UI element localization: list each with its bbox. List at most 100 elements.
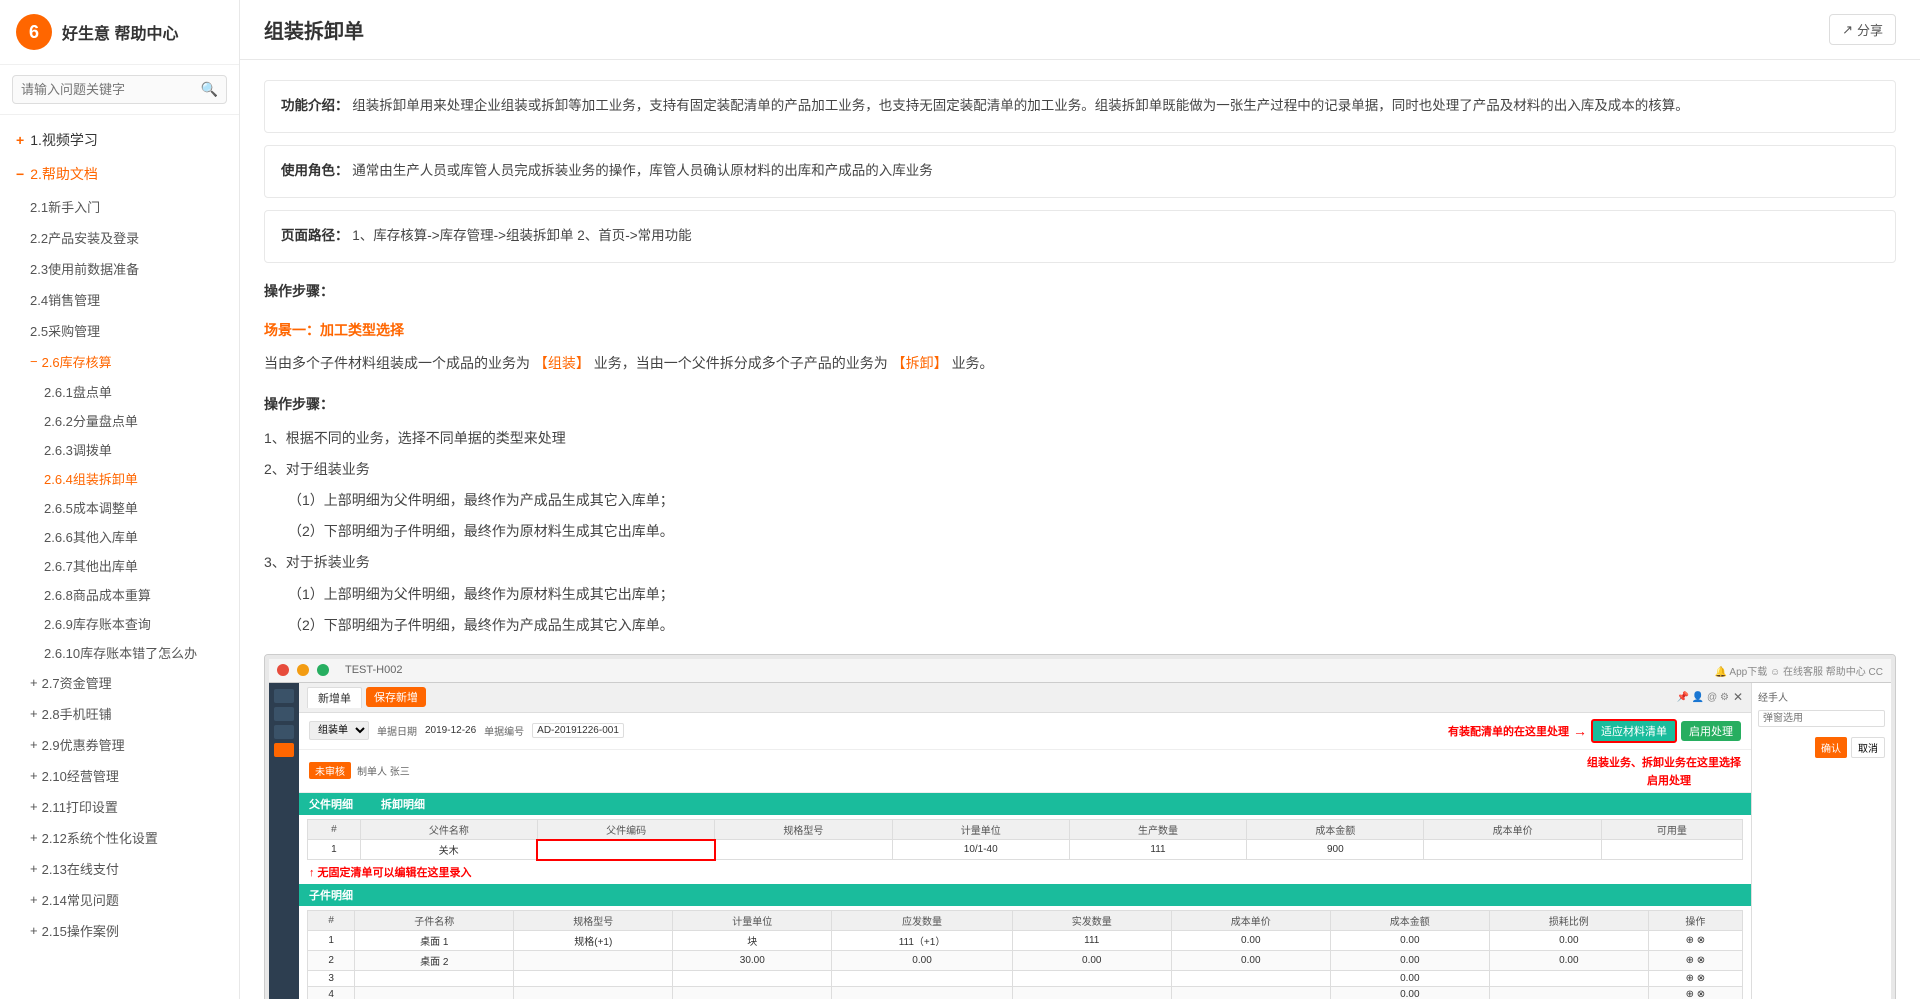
screenshot-container: TEST-H002 🔔 App下载 ☺ 在线客服 帮助中心 CC [264, 654, 1896, 999]
sidebar-item-2-4[interactable]: 2.4销售管理 [0, 284, 239, 315]
sidebar-item-2-10[interactable]: + 2.10经营管理 [0, 760, 239, 791]
plus-icon-2-7: + [30, 675, 38, 690]
mock-btn-save[interactable]: 保存新增 [366, 687, 426, 707]
sidebar-item-2-6-8[interactable]: 2.6.8商品成本重算 [0, 580, 239, 609]
step3-sub2: （2）下部明细为子件明细，最终作为产成品生成其它入库单。 [288, 613, 1896, 638]
sidebar-item-2-6-5[interactable]: 2.6.5成本调整单 [0, 493, 239, 522]
label-zuozhuang: 【组装】 [534, 355, 590, 371]
share-icon: ↗ [1842, 22, 1853, 38]
role-label: 使用角色： [281, 163, 349, 178]
plus-icon-2-15: + [30, 923, 38, 938]
sidebar-item-2-15[interactable]: + 2.15操作案例 [0, 915, 239, 946]
mock-icons-right: 📌 👤 @ ⚙ [1677, 692, 1729, 703]
sidebar-item-2-12[interactable]: + 2.12系统个性化设置 [0, 822, 239, 853]
label-chaixie: 【拆卸】 [892, 355, 948, 371]
page-title: 组装拆卸单 [264, 15, 364, 44]
mock-apply-bom-btn[interactable]: 适应材料清单 [1591, 719, 1677, 743]
search-area: 🔍 [0, 65, 239, 115]
step2: 2、对于组装业务 [264, 457, 1896, 482]
sidebar-item-2-8[interactable]: + 2.8手机旺铺 [0, 698, 239, 729]
mock-confirm-btn[interactable]: 确认 [1815, 737, 1847, 758]
table-row-1: 1 关木 10/1-40 111 900 [308, 840, 1743, 860]
plus-icon-2-9: + [30, 737, 38, 752]
screenshot-title: TEST-H002 [345, 664, 402, 676]
lower-table-row-1: 1 桌面 1 规格(+1) 块 111（+1） 111 0.00 0.00 0. [308, 930, 1743, 950]
sidebar: 6 好生意 帮助中心 🔍 + 1.视频学习 − 2.帮助文档 2.1新手入门 2… [0, 0, 240, 999]
share-button[interactable]: ↗ 分享 [1829, 14, 1896, 45]
sidebar-item-2-13[interactable]: + 2.13在线支付 [0, 853, 239, 884]
sidebar-item-2-6-3[interactable]: 2.6.3调拨单 [0, 435, 239, 464]
nav-list: + 1.视频学习 − 2.帮助文档 2.1新手入门 2.2产品安装及登录 2.3… [0, 115, 239, 999]
annotation-free-edit: ↑ 无固定清单可以编辑在这里录入 [309, 867, 472, 879]
mock-type-select[interactable]: 组装单 拆卸单 [309, 721, 369, 740]
minus-icon-2-6: − [30, 354, 38, 369]
role-block: 使用角色： 通常由生产人员或库管人员完成拆装业务的操作，库管人员确认原材料的出库… [264, 145, 1896, 198]
sidebar-item-2-6-2[interactable]: 2.6.2分量盘点单 [0, 406, 239, 435]
content-body: 操作步骤： 场景一：加工类型选择 当由多个子件材料组装成一个成品的业务为 【组装… [264, 279, 1896, 638]
sidebar-item-2-14[interactable]: + 2.14常见问题 [0, 884, 239, 915]
logo-text: 好生意 帮助中心 [62, 20, 178, 44]
sidebar-item-2-6-1[interactable]: 2.6.1盘点单 [0, 377, 239, 406]
window-min-icon [297, 664, 309, 676]
col-parent-code: 父件编码 [537, 819, 714, 840]
step3-sub1: （1）上部明细为父件明细，最终作为原材料生成其它出库单； [288, 582, 1896, 607]
search-box[interactable]: 🔍 [12, 75, 227, 104]
sidebar-item-2-6-6[interactable]: 2.6.6其他入库单 [0, 522, 239, 551]
annotation-enable: 启用处理 [1647, 772, 1691, 788]
mock-right-panel: 经手人 确认 取消 [1751, 683, 1891, 999]
sidebar-item-2-6-10[interactable]: 2.6.10库存账本错了怎么办 [0, 638, 239, 667]
intro-block: 功能介绍： 组装拆卸单用来处理企业组装或拆卸等加工业务，支持有固定装配清单的产品… [264, 80, 1896, 133]
sidebar-item-2-6-9[interactable]: 2.6.9库存账本查询 [0, 609, 239, 638]
sidebar-item-2-2[interactable]: 2.2产品安装及登录 [0, 222, 239, 253]
sidebar-item-2[interactable]: − 2.帮助文档 [0, 157, 239, 191]
search-icon: 🔍 [201, 81, 218, 98]
mock-cancel-btn[interactable]: 取消 [1851, 737, 1885, 758]
sidebar-item-2-6-4[interactable]: 2.6.4组装拆卸单 [0, 464, 239, 493]
annotation-process: 有装配清单的在这里处理 [1448, 723, 1569, 739]
plus-icon-1: + [16, 132, 24, 148]
intro-label: 功能介绍： [281, 98, 349, 113]
mock-sidebar-btn1 [274, 689, 294, 703]
sidebar-item-2-11[interactable]: + 2.11打印设置 [0, 791, 239, 822]
mock-left-sidebar [269, 683, 299, 999]
path-text: 1、库存核算->库存管理->组装拆卸单 2、首页->常用功能 [352, 228, 691, 243]
sidebar-item-2-3[interactable]: 2.3使用前数据准备 [0, 253, 239, 284]
sidebar-item-2-5[interactable]: 2.5采购管理 [0, 315, 239, 346]
lower-table-row-3: 3 0.00 ⊕ ⊗ [308, 970, 1743, 986]
mock-status-badge: 未审核 [309, 762, 351, 779]
sidebar-item-2-1[interactable]: 2.1新手入门 [0, 191, 239, 222]
sidebar-item-2-9[interactable]: + 2.9优惠券管理 [0, 729, 239, 760]
mock-upper-table: # 父件名称 父件编码 规格型号 计量单位 生产数量 成本金额 成本单价 可用量 [307, 819, 1743, 861]
window-max-icon [317, 664, 329, 676]
col-spec: 规格型号 [715, 819, 892, 840]
mock-sidebar-btn3 [274, 725, 294, 739]
mock-enable-btn[interactable]: 启用处理 [1681, 721, 1741, 741]
plus-icon-2-11: + [30, 799, 38, 814]
intro-text: 组装拆卸单用来处理企业组装或拆卸等加工业务，支持有固定装配清单的产品加工业务，也… [352, 98, 1689, 113]
logo-area: 6 好生意 帮助中心 [0, 0, 239, 65]
mock-close-btn[interactable]: ✕ [1733, 690, 1743, 704]
steps-heading: 操作步骤： [264, 279, 1896, 304]
plus-icon-2-14: + [30, 892, 38, 907]
scenario1-desc: 当由多个子件材料组装成一个成品的业务为 【组装】 业务，当由一个父件拆分成多个子… [264, 351, 1896, 376]
scenario1-heading: 场景一：加工类型选择 [264, 318, 1896, 343]
col-unit: 计量单位 [892, 819, 1069, 840]
lower-table-row-2: 2 桌面 2 30.00 0.00 0.00 0.00 0.00 0.00 [308, 950, 1743, 970]
step2-sub2: （2）下部明细为子件明细，最终作为原材料生成其它出库单。 [288, 519, 1896, 544]
search-input[interactable] [21, 82, 201, 97]
plus-icon-2-13: + [30, 861, 38, 876]
sidebar-item-2-6[interactable]: − 2.6库存核算 [0, 346, 239, 377]
role-text: 通常由生产人员或库管人员完成拆装业务的操作，库管人员确认原材料的出库和产成品的入… [352, 163, 933, 178]
plus-icon-2-8: + [30, 706, 38, 721]
sidebar-item-2-6-7[interactable]: 2.6.7其他出库单 [0, 551, 239, 580]
col-cost-amt: 成本金额 [1247, 819, 1424, 840]
mock-date-label: 单据日期 [377, 723, 417, 738]
sidebar-item-1[interactable]: + 1.视频学习 [0, 123, 239, 157]
plus-icon-2-12: + [30, 830, 38, 845]
mock-person-input[interactable] [1758, 710, 1885, 727]
path-label: 页面路径： [281, 228, 349, 243]
mock-sidebar-btn4 [274, 743, 294, 757]
lower-table-row-4: 4 0.00 ⊕ ⊗ [308, 986, 1743, 999]
step3: 3、对于拆装业务 [264, 550, 1896, 575]
sidebar-item-2-7[interactable]: + 2.7资金管理 [0, 667, 239, 698]
